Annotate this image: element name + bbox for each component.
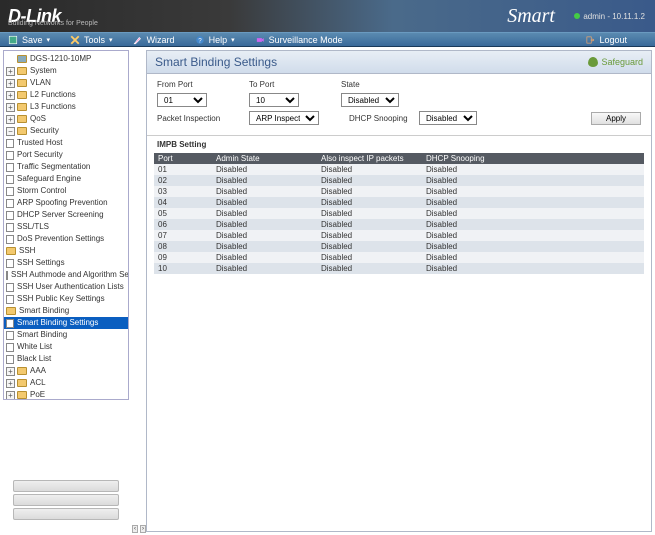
tree-vlan[interactable]: +VLAN: [4, 77, 128, 89]
impb-table: Port Admin State Also inspect IP packets…: [154, 153, 644, 274]
camera-icon: [255, 35, 265, 45]
content-title-bar: Smart Binding Settings Safeguard: [147, 51, 651, 74]
tools-icon: [70, 35, 80, 45]
table-row[interactable]: 04DisabledDisabledDisabled: [154, 197, 644, 208]
main-toolbar: Save▾ Tools▾ Wizard ? Help▾ Surveillance…: [0, 32, 655, 47]
tree-smart-binding[interactable]: −Smart Binding: [4, 305, 128, 317]
tree-system[interactable]: +System: [4, 65, 128, 77]
svg-text:?: ?: [198, 37, 202, 44]
tree-ssltls[interactable]: SSL/TLS: [4, 221, 128, 233]
tree-port-security[interactable]: Port Security: [4, 149, 128, 161]
tools-menu[interactable]: Tools▾: [70, 35, 113, 45]
help-menu[interactable]: ? Help▾: [195, 35, 235, 45]
collapse-left-button[interactable]: ‹: [132, 525, 138, 533]
wizard-icon: [133, 35, 143, 45]
table-row[interactable]: 09DisabledDisabledDisabled: [154, 252, 644, 263]
table-row[interactable]: 10DisabledDisabledDisabled: [154, 263, 644, 274]
table-row[interactable]: 08DisabledDisabledDisabled: [154, 241, 644, 252]
tree-l3[interactable]: +L3 Functions: [4, 101, 128, 113]
content-panel: Smart Binding Settings Safeguard From Po…: [146, 50, 652, 532]
from-port-label: From Port: [157, 80, 239, 89]
table-row[interactable]: 05DisabledDisabledDisabled: [154, 208, 644, 219]
tree-ssh[interactable]: −SSH: [4, 245, 128, 257]
tree-sb-white[interactable]: White List: [4, 341, 128, 353]
tree-l2[interactable]: +L2 Functions: [4, 89, 128, 101]
tree-dhcp[interactable]: DHCP Server Screening: [4, 209, 128, 221]
admin-label: admin - 10.11.1.2: [574, 12, 645, 21]
tree-ssh-pubkey[interactable]: SSH Public Key Settings: [4, 293, 128, 305]
tree-acl[interactable]: +ACL: [4, 377, 128, 389]
tree-ssh-userauth[interactable]: SSH User Authentication Lists: [4, 281, 128, 293]
state-label: State: [341, 80, 423, 89]
smart-logo: Smart: [507, 5, 555, 28]
tree-traffic-seg[interactable]: Traffic Segmentation: [4, 161, 128, 173]
col-inspect: Also inspect IP packets: [317, 153, 422, 164]
to-port-select[interactable]: 10: [249, 93, 299, 107]
tree-storm[interactable]: Storm Control: [4, 185, 128, 197]
table-row[interactable]: 01DisabledDisabledDisabled: [154, 164, 644, 175]
from-port-select[interactable]: 01: [157, 93, 207, 107]
tree-ssh-settings[interactable]: SSH Settings: [4, 257, 128, 269]
packet-inspection-label: Packet Inspection: [157, 114, 239, 123]
tree-poe[interactable]: +PoE: [4, 389, 128, 400]
safeguard-badge: Safeguard: [588, 57, 643, 67]
page-title: Smart Binding Settings: [155, 55, 277, 69]
tree-aaa[interactable]: +AAA: [4, 365, 128, 377]
tree-ssh-authmode[interactable]: SSH Authmode and Algorithm Settings: [4, 269, 128, 281]
logout-icon: [585, 35, 595, 45]
to-port-label: To Port: [249, 80, 331, 89]
section-title: IMPB Setting: [147, 136, 651, 153]
shield-icon: [588, 57, 598, 67]
save-menu[interactable]: Save▾: [8, 35, 50, 45]
col-admin: Admin State: [212, 153, 317, 164]
settings-form: From Port To Port State 01 10 Disabled P…: [147, 74, 651, 136]
dhcp-snooping-label: DHCP Snooping: [349, 114, 409, 123]
table-row[interactable]: 07DisabledDisabledDisabled: [154, 230, 644, 241]
app-header: D-Link Building Networks for People Smar…: [0, 0, 655, 32]
col-port: Port: [154, 153, 212, 164]
tree-sb-binding[interactable]: Smart Binding: [4, 329, 128, 341]
tree-sb-settings[interactable]: Smart Binding Settings: [4, 317, 128, 329]
tree-arp[interactable]: ARP Spoofing Prevention: [4, 197, 128, 209]
tree-sb-black[interactable]: Black List: [4, 353, 128, 365]
wizard-button[interactable]: Wizard: [133, 35, 175, 45]
tree-dos[interactable]: DoS Prevention Settings: [4, 233, 128, 245]
status-dot-icon: [574, 13, 580, 19]
apply-button[interactable]: Apply: [591, 112, 641, 125]
table-row[interactable]: 02DisabledDisabledDisabled: [154, 175, 644, 186]
splitter: ‹ ›: [132, 47, 146, 535]
packet-inspection-select[interactable]: ARP Inspection: [249, 111, 319, 125]
tree-security[interactable]: −Security: [4, 125, 128, 137]
col-dhcp: DHCP Snooping: [422, 153, 644, 164]
help-icon: ?: [195, 35, 205, 45]
tree-safeguard[interactable]: Safeguard Engine: [4, 173, 128, 185]
logout-button[interactable]: Logout: [585, 35, 627, 45]
dhcp-snooping-select[interactable]: Disabled: [419, 111, 477, 125]
device-image: [3, 470, 129, 530]
save-icon: [8, 35, 18, 45]
tree-device[interactable]: DGS-1210-10MP: [4, 53, 128, 65]
table-row[interactable]: 06DisabledDisabledDisabled: [154, 219, 644, 230]
state-select[interactable]: Disabled: [341, 93, 399, 107]
table-row[interactable]: 03DisabledDisabledDisabled: [154, 186, 644, 197]
brand-tagline: Building Networks for People: [8, 20, 98, 27]
nav-sidebar: DGS-1210-10MP +System +VLAN +L2 Function…: [0, 47, 132, 535]
tree-trusted-host[interactable]: Trusted Host: [4, 137, 128, 149]
nav-tree: DGS-1210-10MP +System +VLAN +L2 Function…: [4, 53, 128, 400]
tree-qos[interactable]: +QoS: [4, 113, 128, 125]
surveillance-button[interactable]: Surveillance Mode: [255, 35, 343, 45]
